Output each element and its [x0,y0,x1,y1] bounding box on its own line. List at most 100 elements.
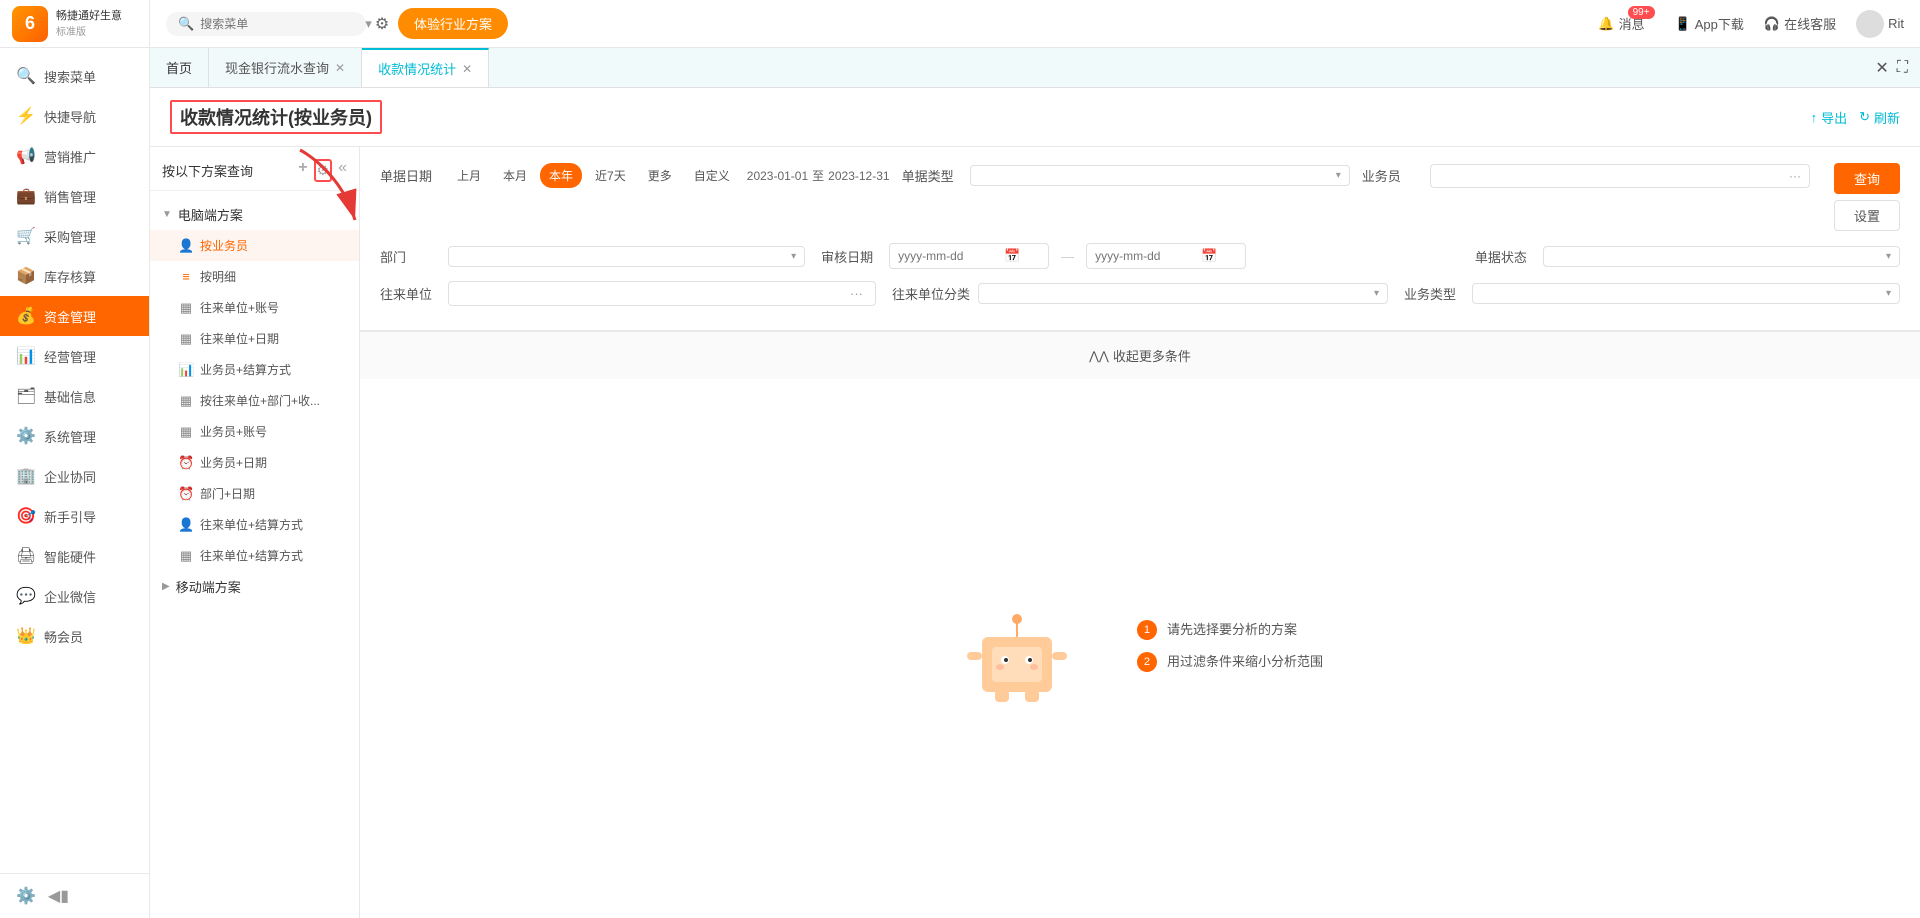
salesperson-more-icon[interactable]: ··· [1789,169,1801,183]
doc-type-label: 单据类型 [902,166,962,185]
scheme-item-dept-date[interactable]: ⏰ 部门+日期 [150,478,359,509]
hint-text-1: 请先选择要分析的方案 [1167,620,1297,640]
tabs-close-all-icon[interactable]: ✕ [1875,58,1888,78]
left-panel-actions: + ⚙ « [298,159,347,182]
header-search-box[interactable]: 🔍 ▾ [166,12,366,36]
sidebar-collapse-icon[interactable]: ◀▮ [48,886,69,906]
more-btn[interactable]: 更多 [639,163,681,188]
header-gear-icon[interactable]: ⚙ [366,8,398,40]
app-download[interactable]: 📱 App下载 [1675,14,1744,33]
business-type-label: 业务类型 [1404,284,1464,303]
sidebar-item-system[interactable]: ⚙️ 系统管理 [0,416,149,456]
query-button[interactable]: 查询 [1834,163,1900,194]
download-icon: 📱 [1675,16,1691,32]
unit-settle1-icon: 👤 [178,517,194,533]
header-search-input[interactable] [200,17,355,31]
scheme-item-unit-settle1[interactable]: 👤 往来单位+结算方式 [150,509,359,540]
dept-select[interactable]: ▾ [448,246,805,267]
scheme-item-salesperson-date[interactable]: ⏰ 业务员+日期 [150,447,359,478]
audit-date-from-input[interactable] [898,249,998,263]
header-search-icon: 🔍 [178,16,194,32]
salesperson-label: 业务员 [1362,166,1422,185]
cur-year-btn[interactable]: 本年 [540,163,582,188]
scheme-item-unit-date[interactable]: ▦ 往来单位+日期 [150,323,359,354]
tab-home[interactable]: 首页 [150,48,209,87]
scheme-item-salesperson-account[interactable]: ▦ 业务员+账号 [150,416,359,447]
scheme-group-desktop-header[interactable]: ▼ 电脑端方案 [150,199,359,230]
hint-text-2: 用过滤条件来缩小分析范围 [1167,652,1323,672]
user-avatar[interactable]: Rit [1856,10,1904,38]
sidebar-settings-icon[interactable]: ⚙️ [16,886,36,906]
doc-type-select[interactable]: ▾ [970,165,1350,186]
tab-collection-stats[interactable]: 收款情况统计 ✕ [362,48,489,87]
calendar-to-icon[interactable]: 📅 [1201,248,1217,264]
scheme-settings-icon[interactable]: ⚙ [314,159,333,182]
header-right: 🔔 消息 99+ 📱 App下载 🎧 在线客服 Rit [1598,10,1904,38]
tab-bank-flow[interactable]: 现金银行流水查询 ✕ [209,48,362,87]
trial-button[interactable]: 体验行业方案 [398,8,508,39]
scheme-collapse-icon[interactable]: « [338,159,347,182]
app-logo-icon: 6 [12,6,48,42]
last7-btn[interactable]: 近7天 [586,163,635,188]
sidebar-item-purchase[interactable]: 🛒 采购管理 [0,216,149,256]
refresh-button[interactable]: ↻ 刷新 [1859,108,1900,127]
collapse-button[interactable]: ⋀⋀ 收起更多条件 [1081,338,1199,373]
service-icon: 🎧 [1764,16,1780,32]
sp-date-icon: ⏰ [178,455,194,471]
quick-nav-icon: ⚡ [16,106,36,126]
scheme-item-by-salesperson[interactable]: 👤 按业务员 [150,230,359,261]
salesperson-select[interactable]: ··· [1430,164,1810,188]
empty-svg-illustration [962,597,1072,707]
sidebar-item-search[interactable]: 🔍 搜索菜单 [0,56,149,96]
date-range: 2023-01-01 至 2023-12-31 [747,167,890,184]
custom-btn[interactable]: 自定义 [685,163,739,188]
system-icon: ⚙️ [16,426,36,446]
business-type-select[interactable]: ▾ [1472,283,1900,304]
salesperson-filter: 业务员 ··· [1362,164,1810,188]
prev-month-btn[interactable]: 上月 [448,163,490,188]
add-scheme-icon[interactable]: + [298,159,307,182]
sidebar-item-member[interactable]: 👑 畅会员 [0,616,149,656]
sidebar-item-basic[interactable]: 🗂 基础信息 [0,376,149,416]
mobile-group-title: 移动端方案 [176,577,241,596]
audit-date-sep: — [1057,249,1078,264]
sidebar-item-inventory[interactable]: 📦 库存核算 [0,256,149,296]
counterpart-cat-arrow-icon: ▾ [1374,288,1379,299]
empty-hints: 1 请先选择要分析的方案 2 用过滤条件来缩小分析范围 [1137,620,1323,684]
sidebar-item-quick-nav[interactable]: ⚡ 快捷导航 [0,96,149,136]
notification-bell[interactable]: 🔔 消息 99+ [1598,14,1644,33]
export-button[interactable]: ↑ 导出 [1811,108,1848,127]
scheme-item-unit-account[interactable]: ▦ 往来单位+账号 [150,292,359,323]
tabs-fullscreen-icon[interactable]: ⛶ [1897,59,1908,77]
main-content: 收款情况统计(按业务员) ↑ 导出 ↻ 刷新 按以下方案查询 + ⚙ « [150,88,1920,918]
sidebar-item-enterprise[interactable]: 🏢 企业协同 [0,456,149,496]
tab-collection-stats-close-icon[interactable]: ✕ [462,62,472,76]
counterpart-select[interactable]: ··· [448,281,876,306]
audit-date-to-input[interactable] [1095,249,1195,263]
sidebar-item-sales[interactable]: 💼 销售管理 [0,176,149,216]
empty-illustration [957,592,1077,712]
sidebar-item-smart-hw[interactable]: 🖨 智能硬件 [0,536,149,576]
scheme-item-by-detail[interactable]: ≡ 按明细 [150,261,359,292]
tab-bank-flow-close-icon[interactable]: ✕ [335,61,345,75]
query-btn-group: 查询 设置 [1834,163,1900,231]
empty-state: 1 请先选择要分析的方案 2 用过滤条件来缩小分析范围 [360,379,1920,918]
calendar-from-icon[interactable]: 📅 [1004,248,1020,264]
scheme-item-unit-settle2[interactable]: ▦ 往来单位+结算方式 [150,540,359,571]
doc-status-select[interactable]: ▾ [1543,246,1900,267]
online-service[interactable]: 🎧 在线客服 [1764,14,1836,33]
filter-area: 单据日期 上月 本月 本年 近7天 更多 自定义 2023-01-01 [360,147,1920,331]
sidebar-item-operations[interactable]: 📊 经营管理 [0,336,149,376]
sidebar-item-finance[interactable]: 💰 资金管理 [0,296,149,336]
filter-settings-button[interactable]: 设置 [1834,200,1900,231]
scheme-item-unit-dept-collect[interactable]: ▦ 按往来单位+部门+收... [150,385,359,416]
unit-date-icon: ▦ [178,331,194,347]
cur-month-btn[interactable]: 本月 [494,163,536,188]
sidebar-item-enterprise-wx[interactable]: 💬 企业微信 [0,576,149,616]
scheme-group-mobile-header[interactable]: ▶ 移动端方案 [150,571,359,602]
counterpart-cat-select[interactable]: ▾ [978,283,1388,304]
sidebar-item-guide[interactable]: 🎯 新手引导 [0,496,149,536]
scheme-item-salesperson-settle[interactable]: 📊 业务员+结算方式 [150,354,359,385]
sidebar-item-marketing[interactable]: 📢 营销推广 [0,136,149,176]
counterpart-more-icon[interactable]: ··· [846,286,867,301]
